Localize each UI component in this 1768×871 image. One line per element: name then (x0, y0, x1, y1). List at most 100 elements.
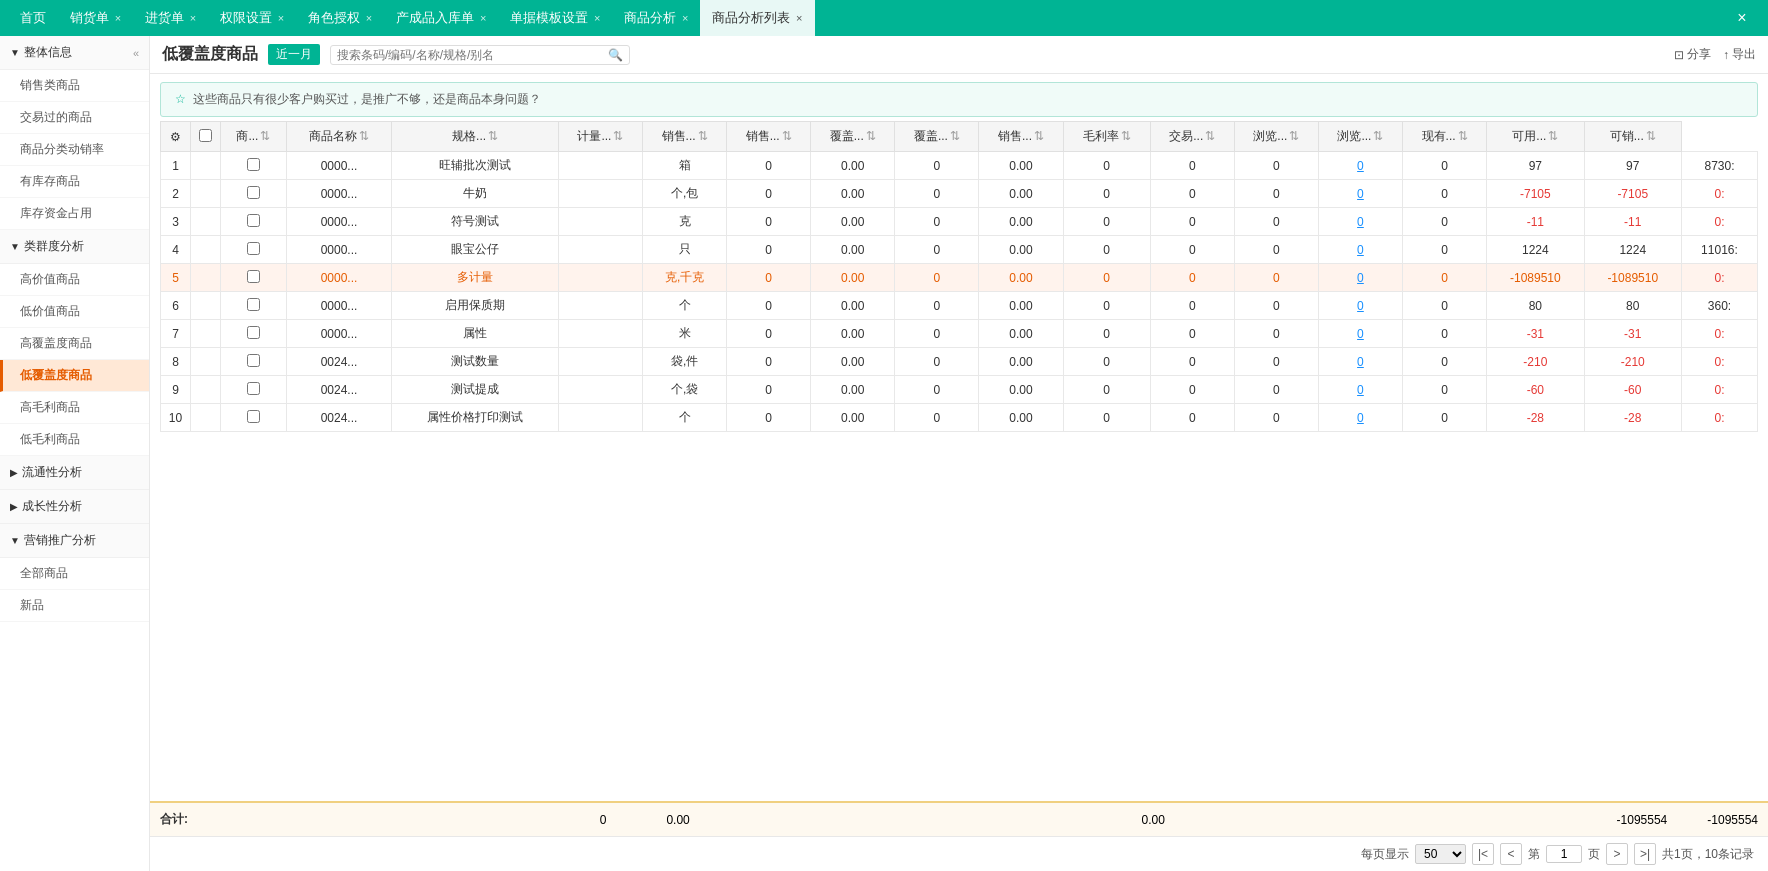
nav-close-templates[interactable]: × (594, 12, 600, 24)
nav-close-analysis-list[interactable]: × (796, 12, 802, 24)
sidebar-section-cluster[interactable]: ▼ 类群度分析 (0, 230, 149, 264)
sidebar-item-low-profit[interactable]: 低毛利商品 (0, 424, 149, 456)
cell-no: 9 (161, 376, 191, 404)
th-current[interactable]: 现有...⇅ (1403, 122, 1487, 152)
window-close-button[interactable]: × (1724, 0, 1760, 36)
search-input[interactable] (337, 48, 604, 62)
th-sales3[interactable]: 销售...⇅ (979, 122, 1063, 152)
browse-link[interactable]: 0 (1357, 271, 1364, 285)
nav-item-purchase[interactable]: 进货单 × (133, 0, 208, 36)
nav-item-sales[interactable]: 销货单 × (58, 0, 133, 36)
sidebar-item-low-value[interactable]: 低价值商品 (0, 296, 149, 328)
cell-1 (221, 264, 287, 292)
row-checkbox[interactable] (247, 326, 260, 339)
sidebar-item-high-profit[interactable]: 高毛利商品 (0, 392, 149, 424)
nav-item-analysis[interactable]: 商品分析 × (612, 0, 700, 36)
sidebar-item-traded[interactable]: 交易过的商品 (0, 102, 149, 134)
sidebar-section-overall[interactable]: ▼ 整体信息 « (0, 36, 149, 70)
th-name[interactable]: 商品名称⇅ (286, 122, 391, 152)
row-checkbox[interactable] (247, 410, 260, 423)
sidebar-item-high-value[interactable]: 高价值商品 (0, 264, 149, 296)
per-page-select[interactable]: 50 10 20 100 (1415, 844, 1466, 864)
last-page-button[interactable]: >| (1634, 843, 1656, 865)
row-checkbox[interactable] (247, 354, 260, 367)
browse-link[interactable]: 0 (1357, 187, 1364, 201)
th-gross[interactable]: 毛利率⇅ (1063, 122, 1150, 152)
select-all-checkbox[interactable] (199, 129, 212, 142)
nav-close-products[interactable]: × (480, 12, 486, 24)
th-usable[interactable]: 可用...⇅ (1487, 122, 1584, 152)
sidebar-section-marketing[interactable]: ▼ 营销推广分析 (0, 524, 149, 558)
cell-4 (558, 320, 642, 348)
first-page-button[interactable]: |< (1472, 843, 1494, 865)
row-checkbox[interactable] (247, 214, 260, 227)
nav-close-roles[interactable]: × (366, 12, 372, 24)
th-spec[interactable]: 规格...⇅ (392, 122, 559, 152)
sidebar-section-growth[interactable]: ▶ 成长性分析 (0, 490, 149, 524)
th-checkbox[interactable] (191, 122, 221, 152)
browse-link[interactable]: 0 (1357, 299, 1364, 313)
browse-link[interactable]: 0 (1357, 327, 1364, 341)
sidebar: ▼ 整体信息 « 销售类商品 交易过的商品 商品分类动销率 有库存商品 库存资金… (0, 36, 150, 871)
row-checkbox[interactable] (247, 382, 260, 395)
cell-12: 0 (1234, 208, 1318, 236)
search-icon[interactable]: 🔍 (608, 48, 623, 62)
th-code[interactable]: 商...⇅ (221, 122, 287, 152)
browse-link[interactable]: 0 (1357, 243, 1364, 257)
row-checkbox[interactable] (247, 158, 260, 171)
nav-close-permissions[interactable]: × (278, 12, 284, 24)
sidebar-section-flow[interactable]: ▶ 流通性分析 (0, 456, 149, 490)
sidebar-item-high-coverage[interactable]: 高覆盖度商品 (0, 328, 149, 360)
nav-item-permissions[interactable]: 权限设置 × (208, 0, 296, 36)
share-button[interactable]: ⊡ 分享 (1674, 46, 1711, 63)
sidebar-item-stock-capital[interactable]: 库存资金占用 (0, 198, 149, 230)
sidebar-item-new-products[interactable]: 新品 (0, 590, 149, 622)
th-sales-amt[interactable]: 销售...⇅ (727, 122, 811, 152)
sidebar-item-all-products[interactable]: 全部商品 (0, 558, 149, 590)
browse-link[interactable]: 0 (1357, 355, 1364, 369)
th-sales-qty[interactable]: 销售...⇅ (643, 122, 727, 152)
export-button[interactable]: ↑ 导出 (1723, 46, 1756, 63)
th-browse1[interactable]: 浏览...⇅ (1234, 122, 1318, 152)
sidebar-item-in-stock[interactable]: 有库存商品 (0, 166, 149, 198)
sidebar-collapse-icon[interactable]: « (133, 47, 139, 59)
th-gear[interactable]: ⚙ (161, 122, 191, 152)
th-cover1[interactable]: 覆盖...⇅ (811, 122, 895, 152)
browse-link[interactable]: 0 (1357, 159, 1364, 173)
cell-13: 0 (1318, 152, 1402, 180)
table-row: 100024...属性价格打印测试个00.0000.0000000-28-280… (161, 404, 1758, 432)
row-checkbox[interactable] (247, 270, 260, 283)
cell-4 (558, 376, 642, 404)
cell-10: 0 (1063, 152, 1150, 180)
th-browse2[interactable]: 浏览...⇅ (1318, 122, 1402, 152)
nav-close-sales[interactable]: × (115, 12, 121, 24)
prev-page-button[interactable]: < (1500, 843, 1522, 865)
content-header: 低覆盖度商品 近一月 🔍 ⊡ 分享 ↑ 导出 (150, 36, 1768, 74)
nav-item-templates[interactable]: 单据模板设置 × (498, 0, 612, 36)
th-trade[interactable]: 交易...⇅ (1150, 122, 1234, 152)
browse-link[interactable]: 0 (1357, 411, 1364, 425)
period-button[interactable]: 近一月 (268, 44, 320, 65)
nav-close-purchase[interactable]: × (190, 12, 196, 24)
row-checkbox[interactable] (247, 298, 260, 311)
arrow-growth-icon: ▶ (10, 501, 18, 512)
row-checkbox[interactable] (247, 186, 260, 199)
sidebar-item-low-coverage[interactable]: 低覆盖度商品 (0, 360, 149, 392)
nav-item-home[interactable]: 首页 (8, 0, 58, 36)
cell-no: 6 (161, 292, 191, 320)
th-cover2[interactable]: 覆盖...⇅ (895, 122, 979, 152)
th-saleable[interactable]: 可销...⇅ (1584, 122, 1681, 152)
table-container[interactable]: ⚙ 商...⇅ 商品名称⇅ 规格...⇅ 计量...⇅ 销售...⇅ 销售...… (160, 121, 1758, 801)
page-input[interactable] (1546, 845, 1582, 863)
nav-item-analysis-list[interactable]: 商品分析列表 × (700, 0, 814, 36)
next-page-button[interactable]: > (1606, 843, 1628, 865)
nav-item-products[interactable]: 产成品入库单 × (384, 0, 498, 36)
sidebar-item-sales-products[interactable]: 销售类商品 (0, 70, 149, 102)
row-checkbox[interactable] (247, 242, 260, 255)
sidebar-item-category-rate[interactable]: 商品分类动销率 (0, 134, 149, 166)
browse-link[interactable]: 0 (1357, 383, 1364, 397)
nav-close-analysis[interactable]: × (682, 12, 688, 24)
browse-link[interactable]: 0 (1357, 215, 1364, 229)
nav-item-roles[interactable]: 角色授权 × (296, 0, 384, 36)
th-unit[interactable]: 计量...⇅ (558, 122, 642, 152)
